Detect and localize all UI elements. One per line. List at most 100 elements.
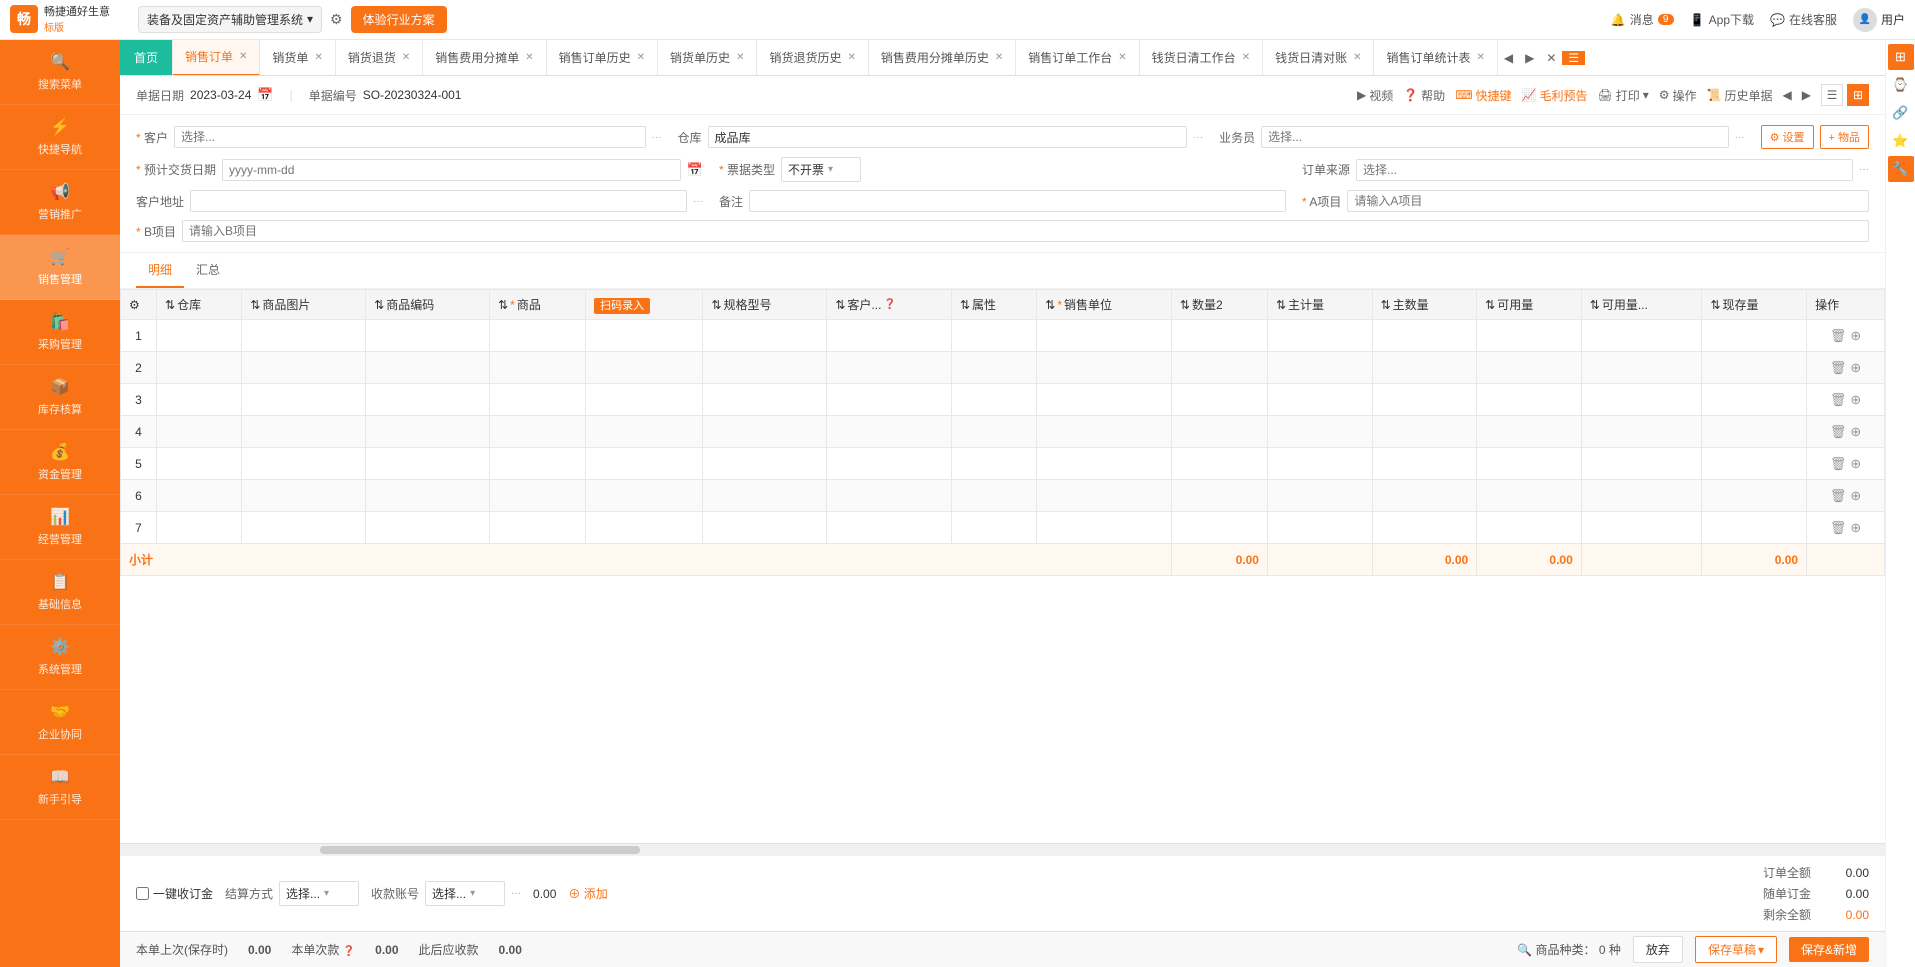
row-2-unit[interactable] (1037, 352, 1172, 384)
row-2-delete-icon[interactable]: 🗑 (1830, 360, 1847, 376)
tab-slip-history[interactable]: 销货单历史 ✕ (658, 40, 757, 76)
add-btn[interactable]: ⊕ 添加 (568, 885, 607, 902)
row-3-goods[interactable] (490, 384, 586, 416)
account-select[interactable]: 选择... ▾ (425, 881, 505, 906)
row-7-available[interactable] (1477, 512, 1582, 544)
a-project-input[interactable] (1347, 190, 1869, 212)
row-4-spec[interactable] (703, 416, 827, 448)
row-5-qty2[interactable] (1171, 448, 1267, 480)
tab-nav-menu[interactable]: ☰ (1562, 51, 1585, 65)
row-2-qty2[interactable] (1171, 352, 1267, 384)
tab-return-history-close[interactable]: ✕ (847, 52, 855, 63)
tab-sales-slip-close[interactable]: ✕ (314, 52, 322, 63)
row-1-code[interactable] (366, 320, 490, 352)
row-7-copy-icon[interactable]: ⊕ (1850, 520, 1861, 536)
row-6-customer-code[interactable] (827, 480, 952, 512)
next-record-btn[interactable]: ▶ (1802, 88, 1811, 102)
tab-sales-slip[interactable]: 销货单 ✕ (260, 40, 335, 76)
date-calendar-icon[interactable]: 📅 (257, 87, 273, 103)
tab-order-history-close[interactable]: ✕ (637, 52, 645, 63)
row-5-delete-icon[interactable]: 🗑 (1830, 456, 1847, 472)
row-4-warehouse[interactable] (157, 416, 242, 448)
row-1-unit[interactable] (1037, 320, 1172, 352)
row-2-attr[interactable] (951, 352, 1036, 384)
one-click-checkbox[interactable] (136, 887, 149, 900)
row-4-available[interactable] (1477, 416, 1582, 448)
row-1-attr[interactable] (951, 320, 1036, 352)
tab-home[interactable]: 首页 (120, 40, 173, 76)
order-source-input[interactable] (1356, 159, 1853, 181)
row-2-goods[interactable] (490, 352, 586, 384)
row-1-available[interactable] (1477, 320, 1582, 352)
tab-summary[interactable]: 汇总 (184, 253, 232, 288)
row-5-available2[interactable] (1581, 448, 1702, 480)
row-5-main-qty[interactable] (1372, 448, 1477, 480)
row-3-current[interactable] (1702, 384, 1807, 416)
th-customer-code[interactable]: ⇅客户...❓ (827, 290, 952, 320)
row-3-delete-icon[interactable]: 🗑 (1830, 392, 1847, 408)
history-btn[interactable]: 📜 历史单据 (1707, 87, 1773, 104)
tab-sales-order[interactable]: 销售订单 ✕ (173, 40, 260, 76)
customer-input[interactable] (174, 126, 646, 148)
row-6-delete-icon[interactable]: 🗑 (1830, 488, 1847, 504)
add-goods-button[interactable]: + 物品 (1820, 125, 1869, 149)
row-7-qty2[interactable] (1171, 512, 1267, 544)
row-6-warehouse[interactable] (157, 480, 242, 512)
user-area[interactable]: 👤 用户 (1853, 8, 1905, 32)
save-draft-button[interactable]: 保存草稿 ▾ (1695, 936, 1777, 963)
row-5-attr[interactable] (951, 448, 1036, 480)
row-4-code[interactable] (366, 416, 490, 448)
row-3-spec[interactable] (703, 384, 827, 416)
row-6-goods[interactable] (490, 480, 586, 512)
tab-reconcile[interactable]: 钱货日清对账 ✕ (1263, 40, 1374, 76)
row-4-attr[interactable] (951, 416, 1036, 448)
tab-expense-history-close[interactable]: ✕ (995, 52, 1003, 63)
row-3-warehouse[interactable] (157, 384, 242, 416)
tab-order-workbench[interactable]: 销售订单工作台 ✕ (1016, 40, 1139, 76)
row-1-image[interactable] (242, 320, 366, 352)
invoice-select[interactable]: 不开票 ▾ (781, 157, 861, 182)
sidebar-item-basic-info[interactable]: 📋 基础信息 (0, 560, 120, 625)
tab-detail[interactable]: 明细 (136, 253, 184, 288)
row-2-copy-icon[interactable]: ⊕ (1850, 360, 1861, 376)
row-1-main-qty[interactable] (1372, 320, 1477, 352)
warehouse-input[interactable] (708, 126, 1188, 148)
row-3-customer-code[interactable] (827, 384, 952, 416)
sidebar-item-inventory[interactable]: 📦 库存核算 (0, 365, 120, 430)
th-scan[interactable]: 扫码录入 (586, 290, 703, 320)
sidebar-item-quicknav[interactable]: ⚡ 快捷导航 (0, 105, 120, 170)
row-6-main-qty[interactable] (1372, 480, 1477, 512)
tab-daily-workbench-close[interactable]: ✕ (1242, 52, 1250, 63)
row-5-warehouse[interactable] (157, 448, 242, 480)
scroll-thumb[interactable] (320, 846, 640, 854)
row-3-attr[interactable] (951, 384, 1036, 416)
th-available2[interactable]: ⇅可用量... (1581, 290, 1702, 320)
industry-btn[interactable]: 体验行业方案 (351, 6, 447, 33)
row-6-qty2[interactable] (1171, 480, 1267, 512)
tab-nav-right[interactable]: ▶ (1519, 51, 1540, 65)
th-main-qty[interactable]: ⇅主数量 (1372, 290, 1477, 320)
row-3-image[interactable] (242, 384, 366, 416)
sidebar-item-marketing[interactable]: 📢 营销推广 (0, 170, 120, 235)
row-1-goods[interactable] (490, 320, 586, 352)
tab-stats-close[interactable]: ✕ (1477, 52, 1485, 63)
row-5-code[interactable] (366, 448, 490, 480)
th-goods[interactable]: ⇅*商品 (490, 290, 586, 320)
row-4-goods[interactable] (490, 416, 586, 448)
row-4-copy-icon[interactable]: ⊕ (1850, 424, 1861, 440)
tab-daily-workbench[interactable]: 钱货日清工作台 ✕ (1140, 40, 1263, 76)
th-available[interactable]: ⇅可用量 (1477, 290, 1582, 320)
salesperson-input[interactable] (1261, 126, 1729, 148)
view-btn[interactable]: ▶ 视频 (1357, 87, 1393, 104)
row-4-image[interactable] (242, 416, 366, 448)
print-btn[interactable]: 🖨 打印 ▾ (1598, 87, 1649, 104)
row-3-unit[interactable] (1037, 384, 1172, 416)
row-7-delete-icon[interactable]: 🗑 (1830, 520, 1847, 536)
discard-button[interactable]: 放弃 (1633, 936, 1683, 963)
row-3-code[interactable] (366, 384, 490, 416)
row-7-main-qty[interactable] (1372, 512, 1477, 544)
row-5-current[interactable] (1702, 448, 1807, 480)
row-4-customer-code[interactable] (827, 416, 952, 448)
row-2-image[interactable] (242, 352, 366, 384)
operate-btn[interactable]: ⚙ 操作 (1659, 87, 1697, 104)
